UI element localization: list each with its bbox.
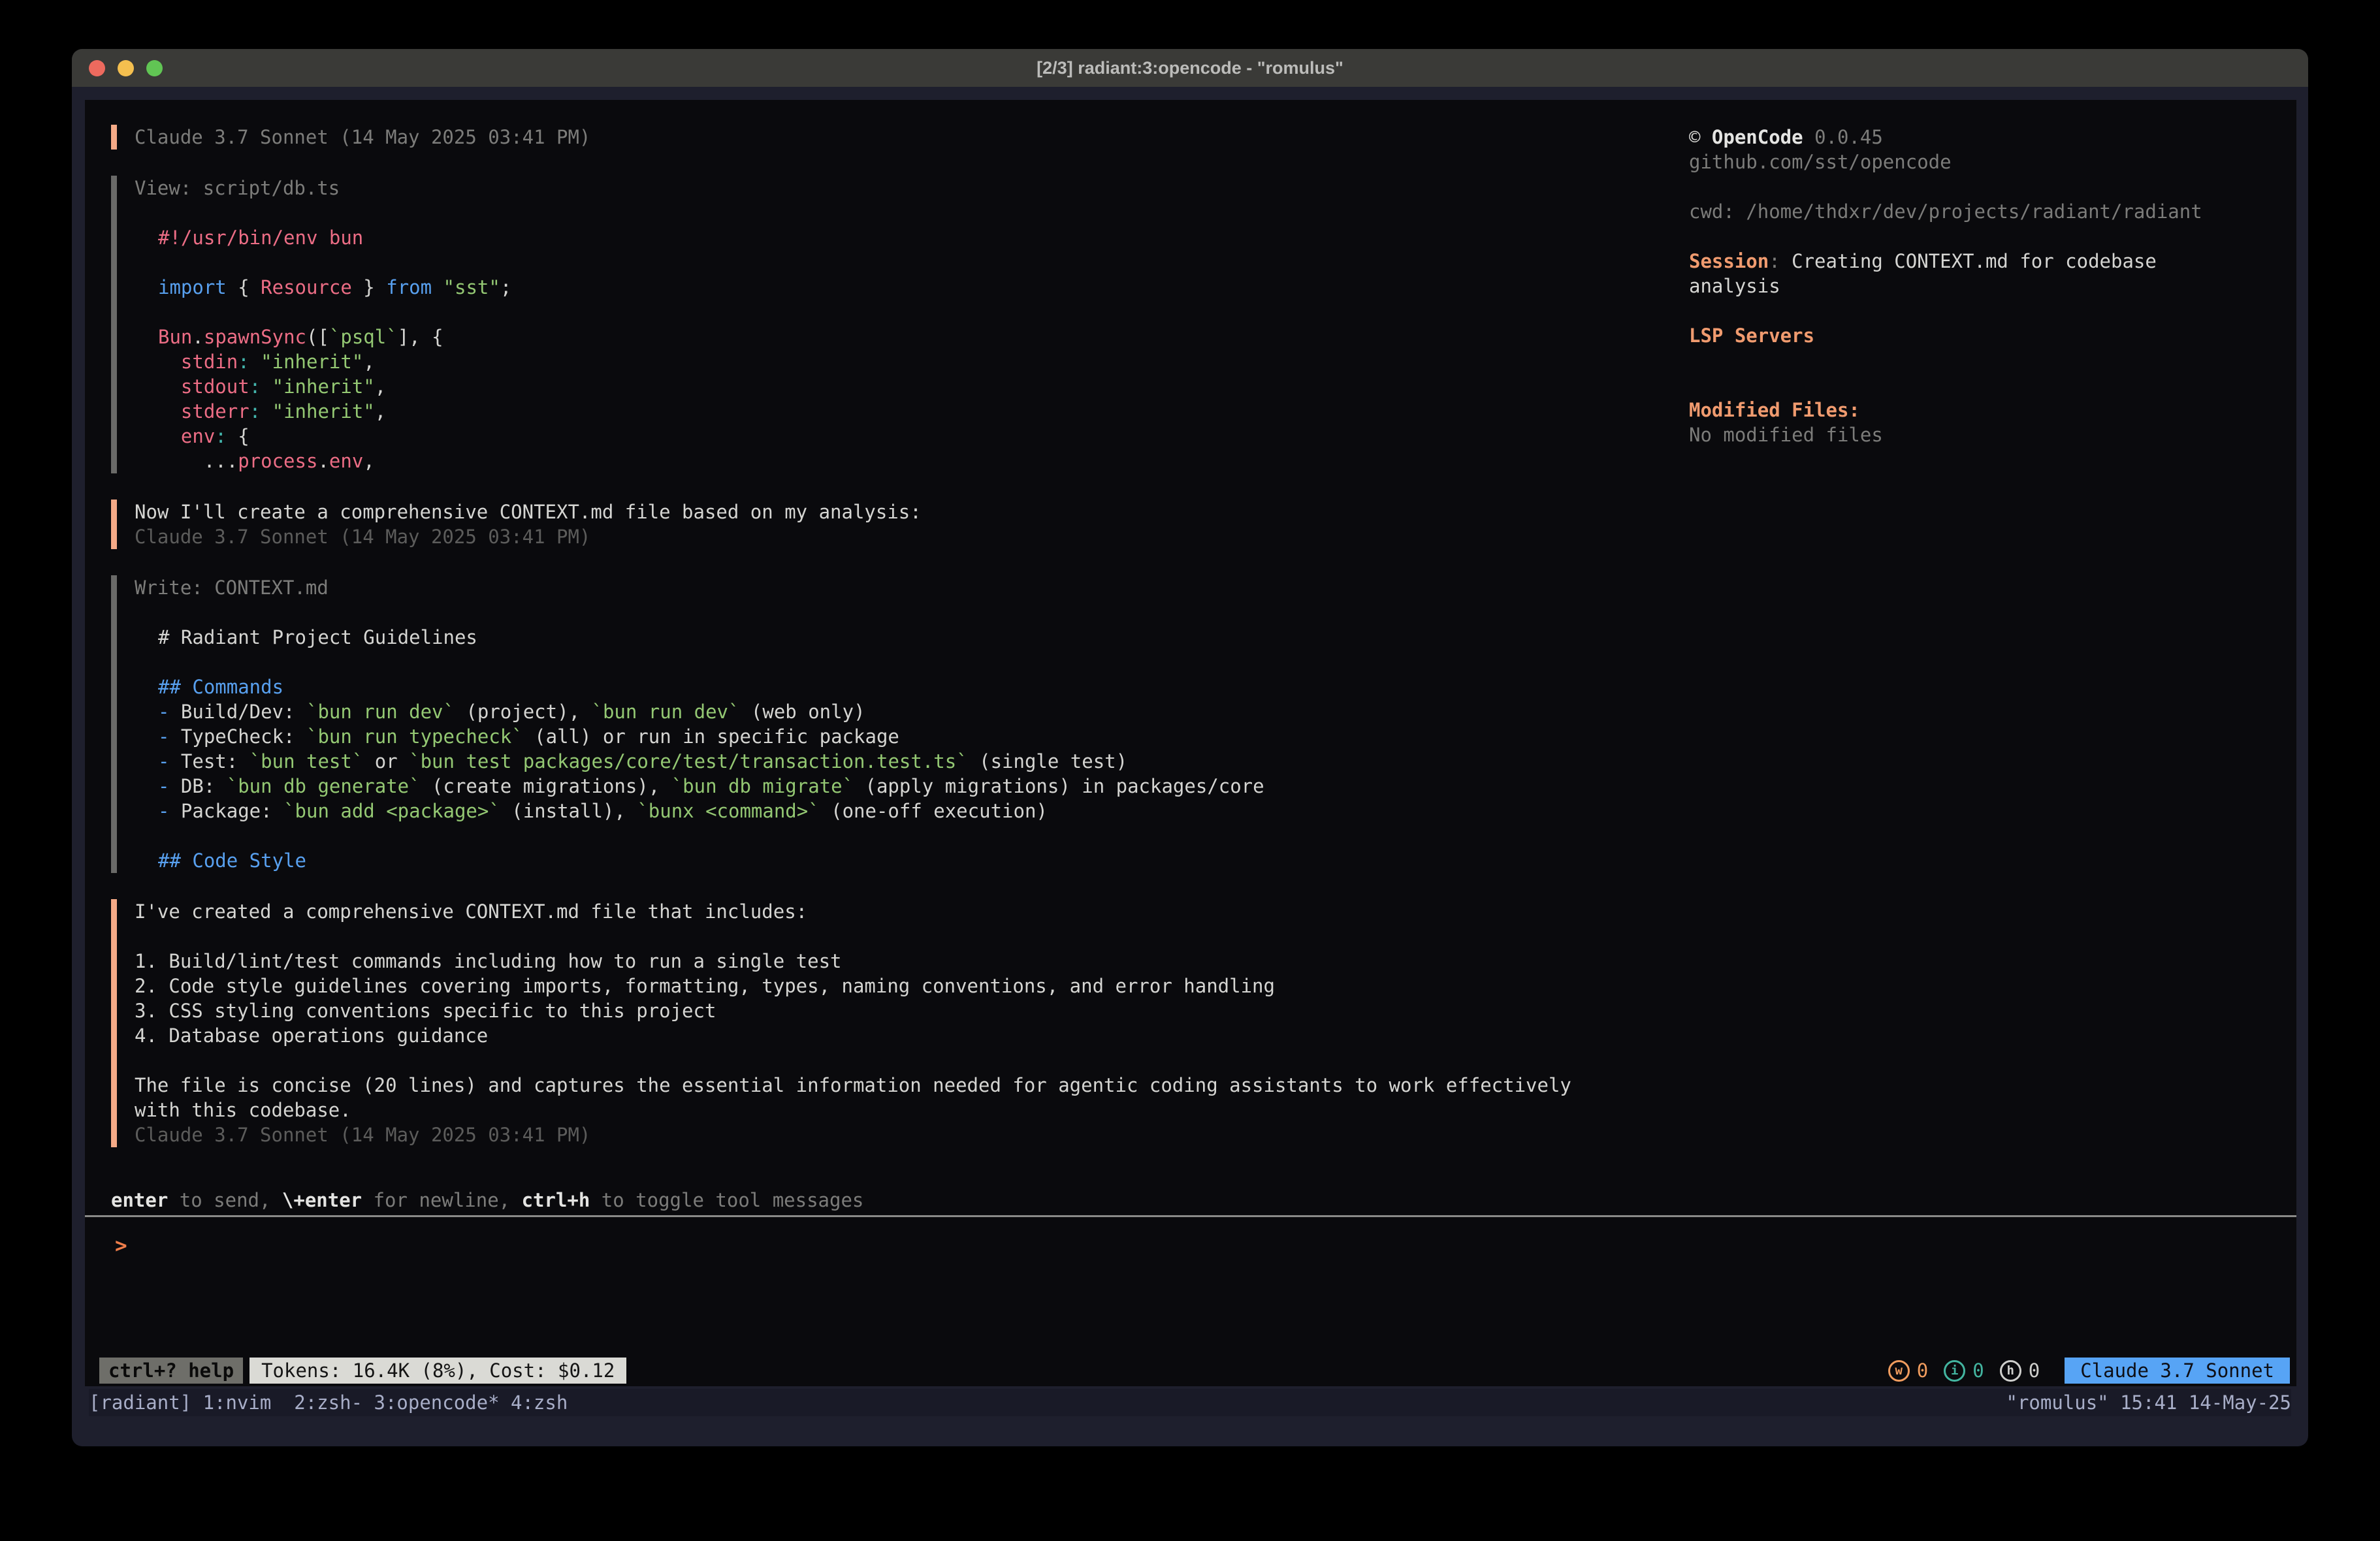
status-right-group: w0 i0 h0 Claude 3.7 Sonnet bbox=[1888, 1358, 2290, 1384]
tmux-windows-list[interactable]: [radiant] 1:nvim 2:zsh- 3:opencode* 4:zs… bbox=[89, 1391, 568, 1414]
info-icon: i bbox=[1944, 1360, 1965, 1382]
tokens-cost-badge: Tokens: 16.4K (8%), Cost: $0.12 bbox=[249, 1358, 626, 1384]
minimize-window-button[interactable] bbox=[118, 60, 134, 76]
sidebar-info-lines: © OpenCode 0.0.45github.com/sst/opencode… bbox=[1689, 125, 2296, 447]
view-tool-block[interactable]: View: script/db.ts #!/usr/bin/env bun im… bbox=[111, 176, 1689, 473]
warning-count: 0 bbox=[1917, 1359, 1928, 1382]
close-window-button[interactable] bbox=[89, 60, 105, 76]
keybinding-help: enter to send, \+enter for newline, ctrl… bbox=[85, 1188, 2296, 1214]
message-model-timestamp: Claude 3.7 Sonnet (14 May 2025 03:41 PM) bbox=[135, 524, 1689, 549]
keybinding-help-text: enter to send, \+enter for newline, ctrl… bbox=[111, 1188, 2296, 1213]
tmux-status-line: [radiant] 1:nvim 2:zsh- 3:opencode* 4:zs… bbox=[89, 1389, 2291, 1416]
write-tool-markdown: # Radiant Project Guidelines ## Commands… bbox=[135, 600, 1689, 873]
info-sidebar: © OpenCode 0.0.45github.com/sst/opencode… bbox=[1689, 125, 2296, 1188]
write-tool-block[interactable]: Write: CONTEXT.md # Radiant Project Guid… bbox=[111, 575, 1689, 873]
help-shortcut-badge[interactable]: ctrl+? help bbox=[99, 1358, 243, 1384]
assistant-message: I've created a comprehensive CONTEXT.md … bbox=[111, 899, 1689, 1147]
warning-icon: w bbox=[1888, 1360, 1910, 1382]
hint-counter: h0 bbox=[2000, 1359, 2040, 1382]
traffic-lights bbox=[89, 60, 163, 76]
message-model-timestamp: Claude 3.7 Sonnet (14 May 2025 03:41 PM) bbox=[135, 1122, 1689, 1147]
info-count: 0 bbox=[1972, 1359, 1984, 1382]
content-row: Claude 3.7 Sonnet (14 May 2025 03:41 PM)… bbox=[85, 100, 2296, 1188]
assistant-message: Now I'll create a comprehensive CONTEXT.… bbox=[111, 500, 1689, 549]
window-title: [2/3] radiant:3:opencode - "romulus" bbox=[1037, 58, 1343, 78]
opencode-tui: Claude 3.7 Sonnet (14 May 2025 03:41 PM)… bbox=[85, 100, 2296, 1386]
status-bar: ctrl+? help Tokens: 16.4K (8%), Cost: $0… bbox=[85, 1358, 2296, 1386]
view-tool-label: View: script/db.ts bbox=[135, 176, 1689, 200]
model-badge[interactable]: Claude 3.7 Sonnet bbox=[2065, 1358, 2290, 1384]
tmux-status-zone: [radiant] 1:nvim 2:zsh- 3:opencode* 4:zs… bbox=[72, 1386, 2308, 1446]
warning-counter: w0 bbox=[1888, 1359, 1928, 1382]
write-tool-label: Write: CONTEXT.md bbox=[135, 575, 1689, 600]
hint-icon: h bbox=[2000, 1360, 2021, 1382]
hint-count: 0 bbox=[2029, 1359, 2040, 1382]
conversation-pane: Claude 3.7 Sonnet (14 May 2025 03:41 PM)… bbox=[85, 125, 1689, 1188]
assistant-message-text: I've created a comprehensive CONTEXT.md … bbox=[135, 899, 1689, 1122]
terminal-window: [2/3] radiant:3:opencode - "romulus" Cla… bbox=[72, 49, 2308, 1446]
assistant-message-text: Now I'll create a comprehensive CONTEXT.… bbox=[135, 500, 1689, 524]
message-header-block: Claude 3.7 Sonnet (14 May 2025 03:41 PM) bbox=[111, 125, 1689, 150]
message-model-timestamp: Claude 3.7 Sonnet (14 May 2025 03:41 PM) bbox=[135, 125, 1689, 150]
window-titlebar[interactable]: [2/3] radiant:3:opencode - "romulus" bbox=[72, 49, 2308, 87]
message-input[interactable]: > bbox=[85, 1215, 2296, 1358]
info-counter: i0 bbox=[1944, 1359, 1984, 1382]
view-tool-code: #!/usr/bin/env bun import { Resource } f… bbox=[135, 200, 1689, 473]
prompt-chevron-icon: > bbox=[115, 1234, 127, 1258]
desktop: { "titlebar": { "title": "[2/3] radiant:… bbox=[0, 0, 2380, 1541]
tmux-host-clock: "romulus" 15:41 14-May-25 bbox=[2006, 1391, 2292, 1414]
zoom-window-button[interactable] bbox=[146, 60, 163, 76]
